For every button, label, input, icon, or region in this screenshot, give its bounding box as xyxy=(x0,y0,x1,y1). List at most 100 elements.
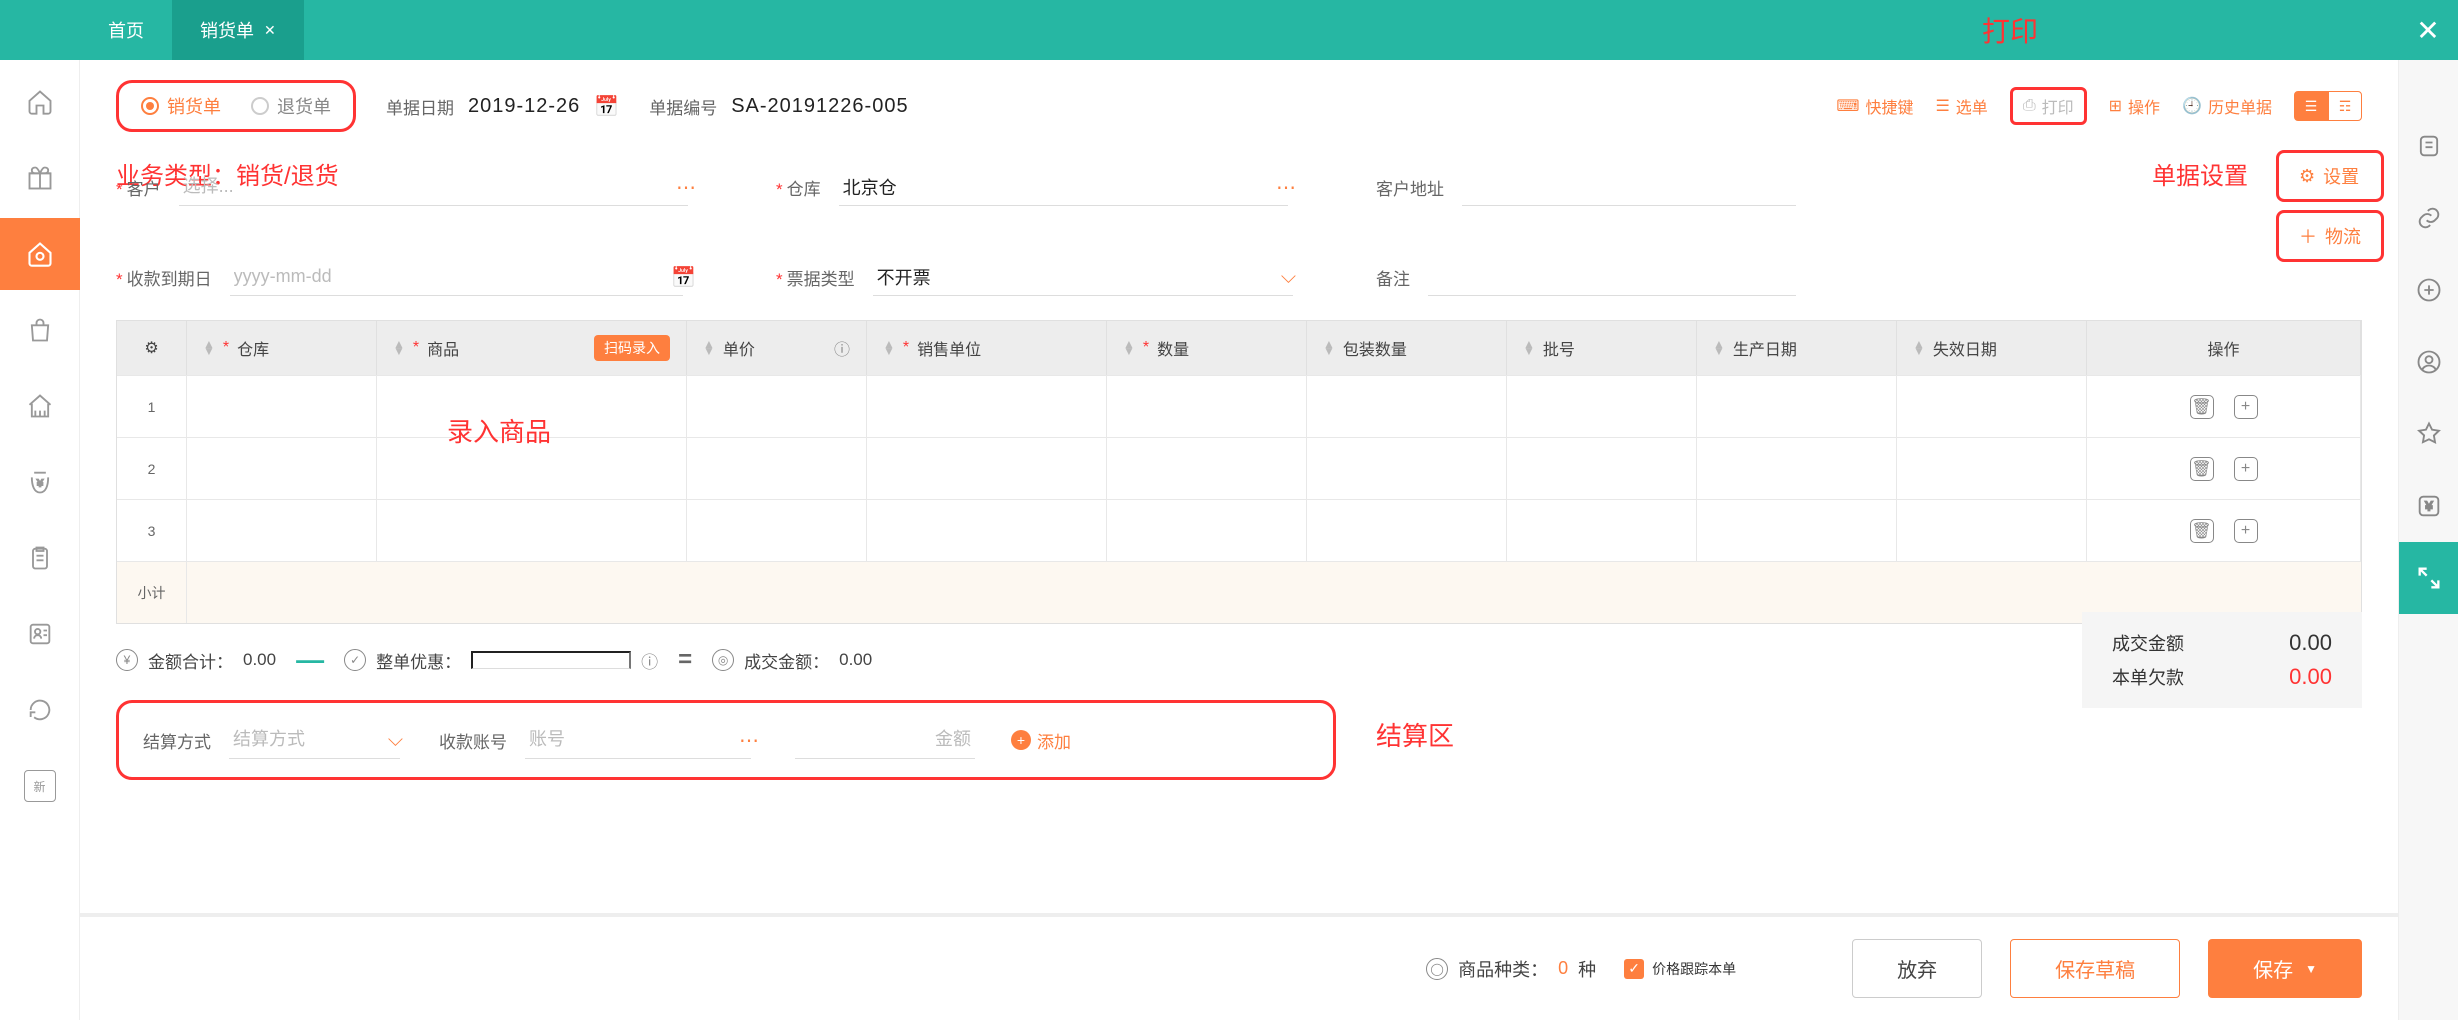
discount-input[interactable] xyxy=(471,651,631,669)
doc-header: 销货单 退货单 单据日期 2019-12-26 📅 单据编号 SA-201912… xyxy=(80,60,2398,132)
calendar-icon[interactable]: 📅 xyxy=(594,94,619,119)
check-icon: ✓ xyxy=(344,649,366,671)
tool-avatar-icon[interactable] xyxy=(2399,326,2458,398)
date-value[interactable]: 2019-12-26 xyxy=(468,95,580,118)
th-warehouse[interactable]: ▲▼*仓库 xyxy=(187,321,377,375)
tool-expand-icon[interactable] xyxy=(2399,542,2458,614)
calendar-icon[interactable]: 📅 xyxy=(671,265,696,290)
box-owe-label: 本单欠款 xyxy=(2112,664,2184,690)
more-icon[interactable]: ⋯ xyxy=(1276,175,1296,200)
settle-account-input[interactable] xyxy=(525,721,751,759)
th-batch[interactable]: ▲▼批号 xyxy=(1507,321,1697,375)
main-panel: 销货单 退货单 单据日期 2019-12-26 📅 单据编号 SA-201912… xyxy=(80,60,2398,1020)
tab-close-icon[interactable]: ✕ xyxy=(264,22,276,39)
nav-shop-icon[interactable] xyxy=(0,294,80,366)
nav-building-icon[interactable] xyxy=(0,370,80,442)
view-detail-icon[interactable]: ☶ xyxy=(2328,91,2362,121)
tool-currency-icon[interactable]: ¥ xyxy=(2399,470,2458,542)
delete-icon[interactable]: 🗑 xyxy=(2190,395,2214,419)
delete-icon[interactable]: 🗑 xyxy=(2190,457,2214,481)
row-num: 2 xyxy=(117,438,187,499)
chevron-down-icon[interactable]: ⌵ xyxy=(388,729,403,752)
th-mfg[interactable]: ▲▼生产日期 xyxy=(1697,321,1897,375)
tab-home[interactable]: 首页 xyxy=(80,0,172,60)
more-icon[interactable]: ⋯ xyxy=(739,728,759,753)
nav-gift-icon[interactable] xyxy=(0,142,80,214)
add-settle-button[interactable]: +添加 xyxy=(1011,728,1071,753)
th-gear[interactable]: ⚙ xyxy=(117,321,187,375)
view-list-icon[interactable]: ☰ xyxy=(2294,91,2328,121)
deal-label: 成交金额： xyxy=(744,648,829,673)
table-row[interactable]: 1 录入商品 🗑+ xyxy=(117,375,2361,437)
sort-icon: ▲▼ xyxy=(703,341,715,355)
invoice-input[interactable] xyxy=(873,258,1293,296)
draft-button[interactable]: 保存草稿 xyxy=(2010,939,2180,998)
table-row[interactable]: 3 🗑+ xyxy=(117,499,2361,561)
action-operate[interactable]: ⊞操作 xyxy=(2109,94,2160,118)
nav-home-icon[interactable] xyxy=(0,66,80,138)
sort-icon: ▲▼ xyxy=(203,341,215,355)
nav-refresh-icon[interactable] xyxy=(0,674,80,746)
tool-wallet-icon[interactable] xyxy=(2399,254,2458,326)
action-history[interactable]: 🕘历史单据 xyxy=(2182,94,2272,118)
radio-dot-icon xyxy=(141,97,159,115)
settle-amount-input[interactable] xyxy=(795,721,975,759)
th-unit[interactable]: ▲▼*销售单位 xyxy=(867,321,1107,375)
addr-label: 客户地址 xyxy=(1376,175,1444,200)
settings-button[interactable]: ⚙设置 xyxy=(2276,150,2384,202)
tool-star-icon[interactable] xyxy=(2399,398,2458,470)
help-icon[interactable]: ⓘ xyxy=(641,648,658,673)
th-exp[interactable]: ▲▼失效日期 xyxy=(1897,321,2087,375)
add-icon[interactable]: + xyxy=(2234,395,2258,419)
tool-link-icon[interactable] xyxy=(2399,182,2458,254)
tool-note-icon[interactable] xyxy=(2399,110,2458,182)
nav-money-icon[interactable]: ¥ xyxy=(0,446,80,518)
sort-icon: ▲▼ xyxy=(1913,341,1925,355)
delete-icon[interactable]: 🗑 xyxy=(2190,519,2214,543)
nav-new-badge[interactable]: 新 xyxy=(0,750,80,822)
chevron-down-icon[interactable]: ⌵ xyxy=(1281,266,1296,289)
settle-account-label: 收款账号 xyxy=(439,728,507,753)
tab-current[interactable]: 销货单 ✕ xyxy=(172,0,304,60)
svg-text:¥: ¥ xyxy=(36,478,43,490)
nav-clipboard-icon[interactable] xyxy=(0,522,80,594)
subtotal-row: 小计 xyxy=(117,561,2361,623)
sort-icon: ▲▼ xyxy=(1323,341,1335,355)
settle-method-input[interactable] xyxy=(229,721,400,759)
left-nav-rail: ¥ 新 xyxy=(0,60,80,1020)
add-icon[interactable]: + xyxy=(2234,457,2258,481)
nav-sales-icon[interactable] xyxy=(0,218,80,290)
scan-button[interactable]: 扫码录入 xyxy=(594,335,670,361)
help-icon[interactable]: ⓘ xyxy=(834,336,850,360)
action-shortcut[interactable]: ⌨快捷键 xyxy=(1836,94,1913,118)
nav-person-list-icon[interactable] xyxy=(0,598,80,670)
action-print[interactable]: ⎙打印 xyxy=(2010,87,2087,125)
action-select[interactable]: ☰选单 xyxy=(1935,94,1987,118)
remark-input[interactable] xyxy=(1428,258,1796,296)
radio-sales[interactable]: 销货单 xyxy=(141,93,221,119)
logistics-button[interactable]: ＋物流 xyxy=(2276,210,2384,262)
invoice-label: *票据类型 xyxy=(776,265,855,290)
th-qty[interactable]: ▲▼*数量 xyxy=(1107,321,1307,375)
abandon-button[interactable]: 放弃 xyxy=(1852,939,1982,998)
th-product[interactable]: ▲▼*商品扫码录入 xyxy=(377,321,687,375)
chevron-down-icon: ▼ xyxy=(2305,962,2317,976)
th-pack[interactable]: ▲▼包装数量 xyxy=(1307,321,1507,375)
more-icon[interactable]: ⋯ xyxy=(676,175,696,200)
warehouse-input[interactable] xyxy=(839,168,1288,206)
customer-input[interactable] xyxy=(179,168,688,206)
radio-return[interactable]: 退货单 xyxy=(251,93,331,119)
gear-icon: ⚙ xyxy=(2299,166,2315,187)
table-header: ⚙ ▲▼*仓库 ▲▼*商品扫码录入 ▲▼单价ⓘ ▲▼*销售单位 ▲▼*数量 ▲▼… xyxy=(117,321,2361,375)
add-icon[interactable]: + xyxy=(2234,519,2258,543)
th-price[interactable]: ▲▼单价ⓘ xyxy=(687,321,867,375)
sort-icon: ▲▼ xyxy=(1713,341,1725,355)
due-input[interactable] xyxy=(230,258,683,296)
grid-icon: ⊞ xyxy=(2109,96,2122,116)
window-close-button[interactable]: ✕ xyxy=(2398,0,2458,60)
track-checkbox[interactable]: ✓价格跟踪本单 xyxy=(1624,959,1736,979)
keyboard-icon: ⌨ xyxy=(1836,96,1859,116)
addr-input[interactable] xyxy=(1462,168,1796,206)
save-button[interactable]: 保存▼ xyxy=(2208,939,2362,998)
circle-icon: ◯ xyxy=(1426,958,1448,980)
